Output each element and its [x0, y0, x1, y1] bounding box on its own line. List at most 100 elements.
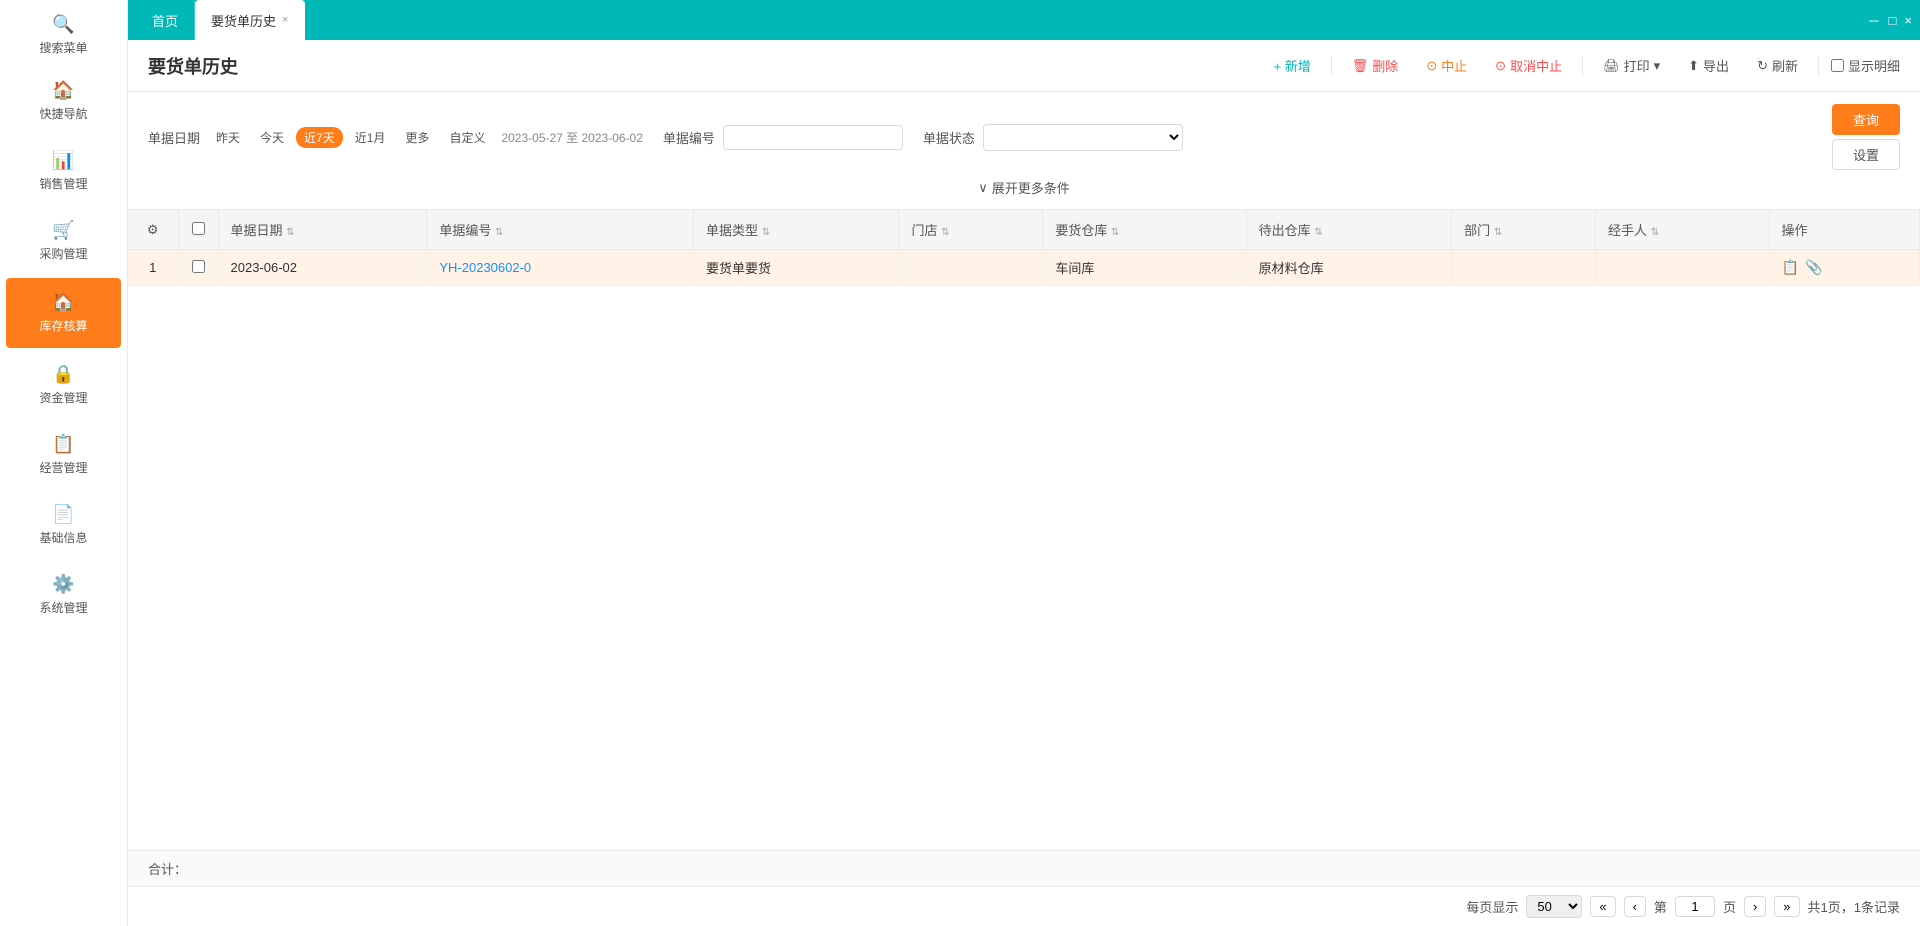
sidebar-item-sales-label: 销售管理 [39, 175, 87, 192]
toolbar: + 新增 🗑 删除 ⊙ 中止 ⊙ 取消中止 🖨 打印 [1265, 52, 1900, 79]
tab-close-icon[interactable]: × [282, 14, 288, 26]
stop-label: 中止 [1441, 56, 1467, 75]
sidebar-item-finance-label: 资金管理 [39, 389, 87, 406]
divider-3 [1818, 56, 1819, 76]
home-icon: 🏠 [52, 80, 74, 101]
clipboard-icon: 📋 [52, 434, 74, 455]
th-department[interactable]: 部门 ⇅ [1452, 210, 1596, 250]
th-doc-type[interactable]: 单据类型 ⇅ [694, 210, 899, 250]
refresh-label: 刷新 [1772, 56, 1798, 75]
chart-icon: 📊 [52, 150, 74, 171]
th-req-warehouse[interactable]: 要货仓库 ⇅ [1043, 210, 1246, 250]
inventory-icon: 🏠 [52, 292, 74, 313]
th-doc-date[interactable]: 单据日期 ⇅ [218, 210, 427, 250]
sidebar-item-finance[interactable]: 🔒 资金管理 [0, 350, 127, 420]
lock-icon: 🔒 [52, 364, 74, 385]
export-button[interactable]: ⬆ 导出 [1680, 52, 1737, 79]
sidebar-item-system[interactable]: ⚙️ 系统管理 [0, 560, 127, 630]
sort-doc-type-icon: ⇅ [762, 227, 770, 238]
new-button[interactable]: + 新增 [1265, 52, 1318, 79]
date-btn-custom[interactable]: 自定义 [441, 127, 493, 148]
date-btn-more[interactable]: 更多 [397, 127, 437, 148]
th-doc-no[interactable]: 单据编号 ⇅ [427, 210, 694, 250]
th-settings[interactable]: ⚙ [128, 210, 178, 250]
first-page-btn[interactable]: « [1590, 896, 1615, 917]
refresh-button[interactable]: ↻ 刷新 [1749, 52, 1806, 79]
sidebar-item-quick-nav[interactable]: 🏠 快捷导航 [0, 66, 127, 136]
page-size-label: 每页显示 [1466, 897, 1518, 916]
tab-home[interactable]: 首页 [136, 0, 195, 40]
sort-dept-icon: ⇅ [1494, 227, 1502, 238]
expand-more-btn[interactable]: ∨ 展开更多条件 [148, 178, 1900, 197]
sidebar-item-operations-label: 经营管理 [39, 459, 87, 476]
prev-page-btn[interactable]: ‹ [1624, 896, 1646, 917]
date-btn-last-month[interactable]: 近1月 [347, 127, 394, 148]
show-detail-input[interactable] [1831, 59, 1844, 72]
date-btn-last7days[interactable]: 近7天 [296, 127, 343, 148]
next-page-btn[interactable]: › [1744, 896, 1766, 917]
show-detail-checkbox[interactable]: 显示明细 [1831, 56, 1900, 75]
search-icon: 🔍 [52, 14, 74, 35]
content: 要货单历史 + 新增 🗑 删除 ⊙ 中止 ⊙ 取消中止 [128, 40, 1920, 926]
sort-doc-date-icon: ⇅ [286, 227, 294, 238]
cell-doc-type: 要货单要货 [694, 250, 899, 286]
print-dropdown-icon: ▾ [1654, 58, 1661, 74]
summary-label: 合计： [148, 862, 187, 877]
show-detail-label: 显示明细 [1848, 56, 1900, 75]
sidebar-item-sales[interactable]: 📊 销售管理 [0, 136, 127, 206]
delete-button[interactable]: 🗑 删除 [1344, 52, 1407, 79]
print-icon: 🖨 [1603, 58, 1620, 74]
divider-1 [1331, 56, 1332, 76]
cell-req-warehouse: 车间库 [1043, 250, 1246, 286]
stop-button[interactable]: ⊙ 中止 [1418, 52, 1475, 79]
cart-icon: 🛒 [52, 220, 74, 241]
th-store[interactable]: 门店 ⇅ [899, 210, 1043, 250]
date-btn-yesterday[interactable]: 昨天 [208, 127, 248, 148]
cell-operations: 📋 📎 [1769, 250, 1919, 286]
row-op-view-btn[interactable]: 📋 [1782, 259, 1799, 276]
pagination-bar: 每页显示 50 10 20 100 « ‹ 第 页 › » 共1页，1条记录 [128, 886, 1920, 926]
page-input[interactable] [1675, 896, 1715, 917]
last-page-btn[interactable]: » [1774, 896, 1799, 917]
page-size-select[interactable]: 50 10 20 100 [1526, 895, 1582, 918]
sidebar-item-search-menu[interactable]: 🔍 搜索菜单 [0, 0, 127, 66]
table-row: 1 2023-06-02 YH-20230602-0 要货单要货 车间库 原材料… [128, 250, 1920, 286]
close-btn[interactable]: × [1904, 13, 1912, 28]
doc-no-input[interactable] [723, 125, 903, 150]
footer-summary: 合计： [128, 850, 1920, 886]
query-button[interactable]: 查询 [1832, 104, 1900, 135]
sidebar-item-basic-info[interactable]: 📄 基础信息 [0, 490, 127, 560]
doc-no-link[interactable]: YH-20230602-0 [439, 260, 531, 275]
setting-button[interactable]: 设置 [1832, 139, 1900, 170]
divider-2 [1582, 56, 1583, 76]
date-btn-today[interactable]: 今天 [252, 127, 292, 148]
sidebar: 🔍 搜索菜单 🏠 快捷导航 📊 销售管理 🛒 采购管理 🏠 库存核算 🔒 资金管… [0, 0, 128, 926]
table-body: 1 2023-06-02 YH-20230602-0 要货单要货 车间库 原材料… [128, 250, 1920, 286]
sidebar-item-purchase-label: 采购管理 [39, 245, 87, 262]
sidebar-item-purchase[interactable]: 🛒 采购管理 [0, 206, 127, 276]
select-all-checkbox[interactable] [192, 222, 205, 235]
sidebar-item-inventory[interactable]: 🏠 库存核算 [6, 278, 121, 348]
stop-icon: ⊙ [1426, 58, 1437, 74]
sidebar-item-inventory-label: 库存核算 [39, 317, 87, 334]
minimize-btn[interactable]: － [1868, 11, 1881, 30]
window-controls: － □ × [1868, 11, 1912, 30]
tab-requisition-history[interactable]: 要货单历史 × [195, 0, 305, 40]
date-range-display: 2023-05-27 至 2023-06-02 [501, 129, 642, 146]
doc-status-select[interactable] [983, 124, 1183, 151]
delete-icon: 🗑 [1352, 58, 1369, 74]
sidebar-item-system-label: 系统管理 [39, 599, 87, 616]
th-pending-warehouse[interactable]: 待出仓库 ⇅ [1246, 210, 1451, 250]
th-handler[interactable]: 经手人 ⇅ [1595, 210, 1769, 250]
table-container: ⚙ 单据日期 ⇅ 单据编号 ⇅ 单据类型 [128, 210, 1920, 850]
cancel-stop-button[interactable]: ⊙ 取消中止 [1487, 52, 1570, 79]
row-op-more-btn[interactable]: 📎 [1805, 259, 1822, 276]
filter-actions: 查询 设置 [1832, 104, 1900, 170]
print-button[interactable]: 🖨 打印 ▾ [1595, 52, 1668, 79]
sidebar-item-operations[interactable]: 📋 经营管理 [0, 420, 127, 490]
doc-status-filter-group: 单据状态 [923, 124, 1183, 151]
row-operations: 📋 📎 [1782, 259, 1907, 276]
row-checkbox[interactable] [192, 260, 205, 273]
maximize-btn[interactable]: □ [1889, 13, 1897, 28]
sort-store-icon: ⇅ [941, 227, 949, 238]
